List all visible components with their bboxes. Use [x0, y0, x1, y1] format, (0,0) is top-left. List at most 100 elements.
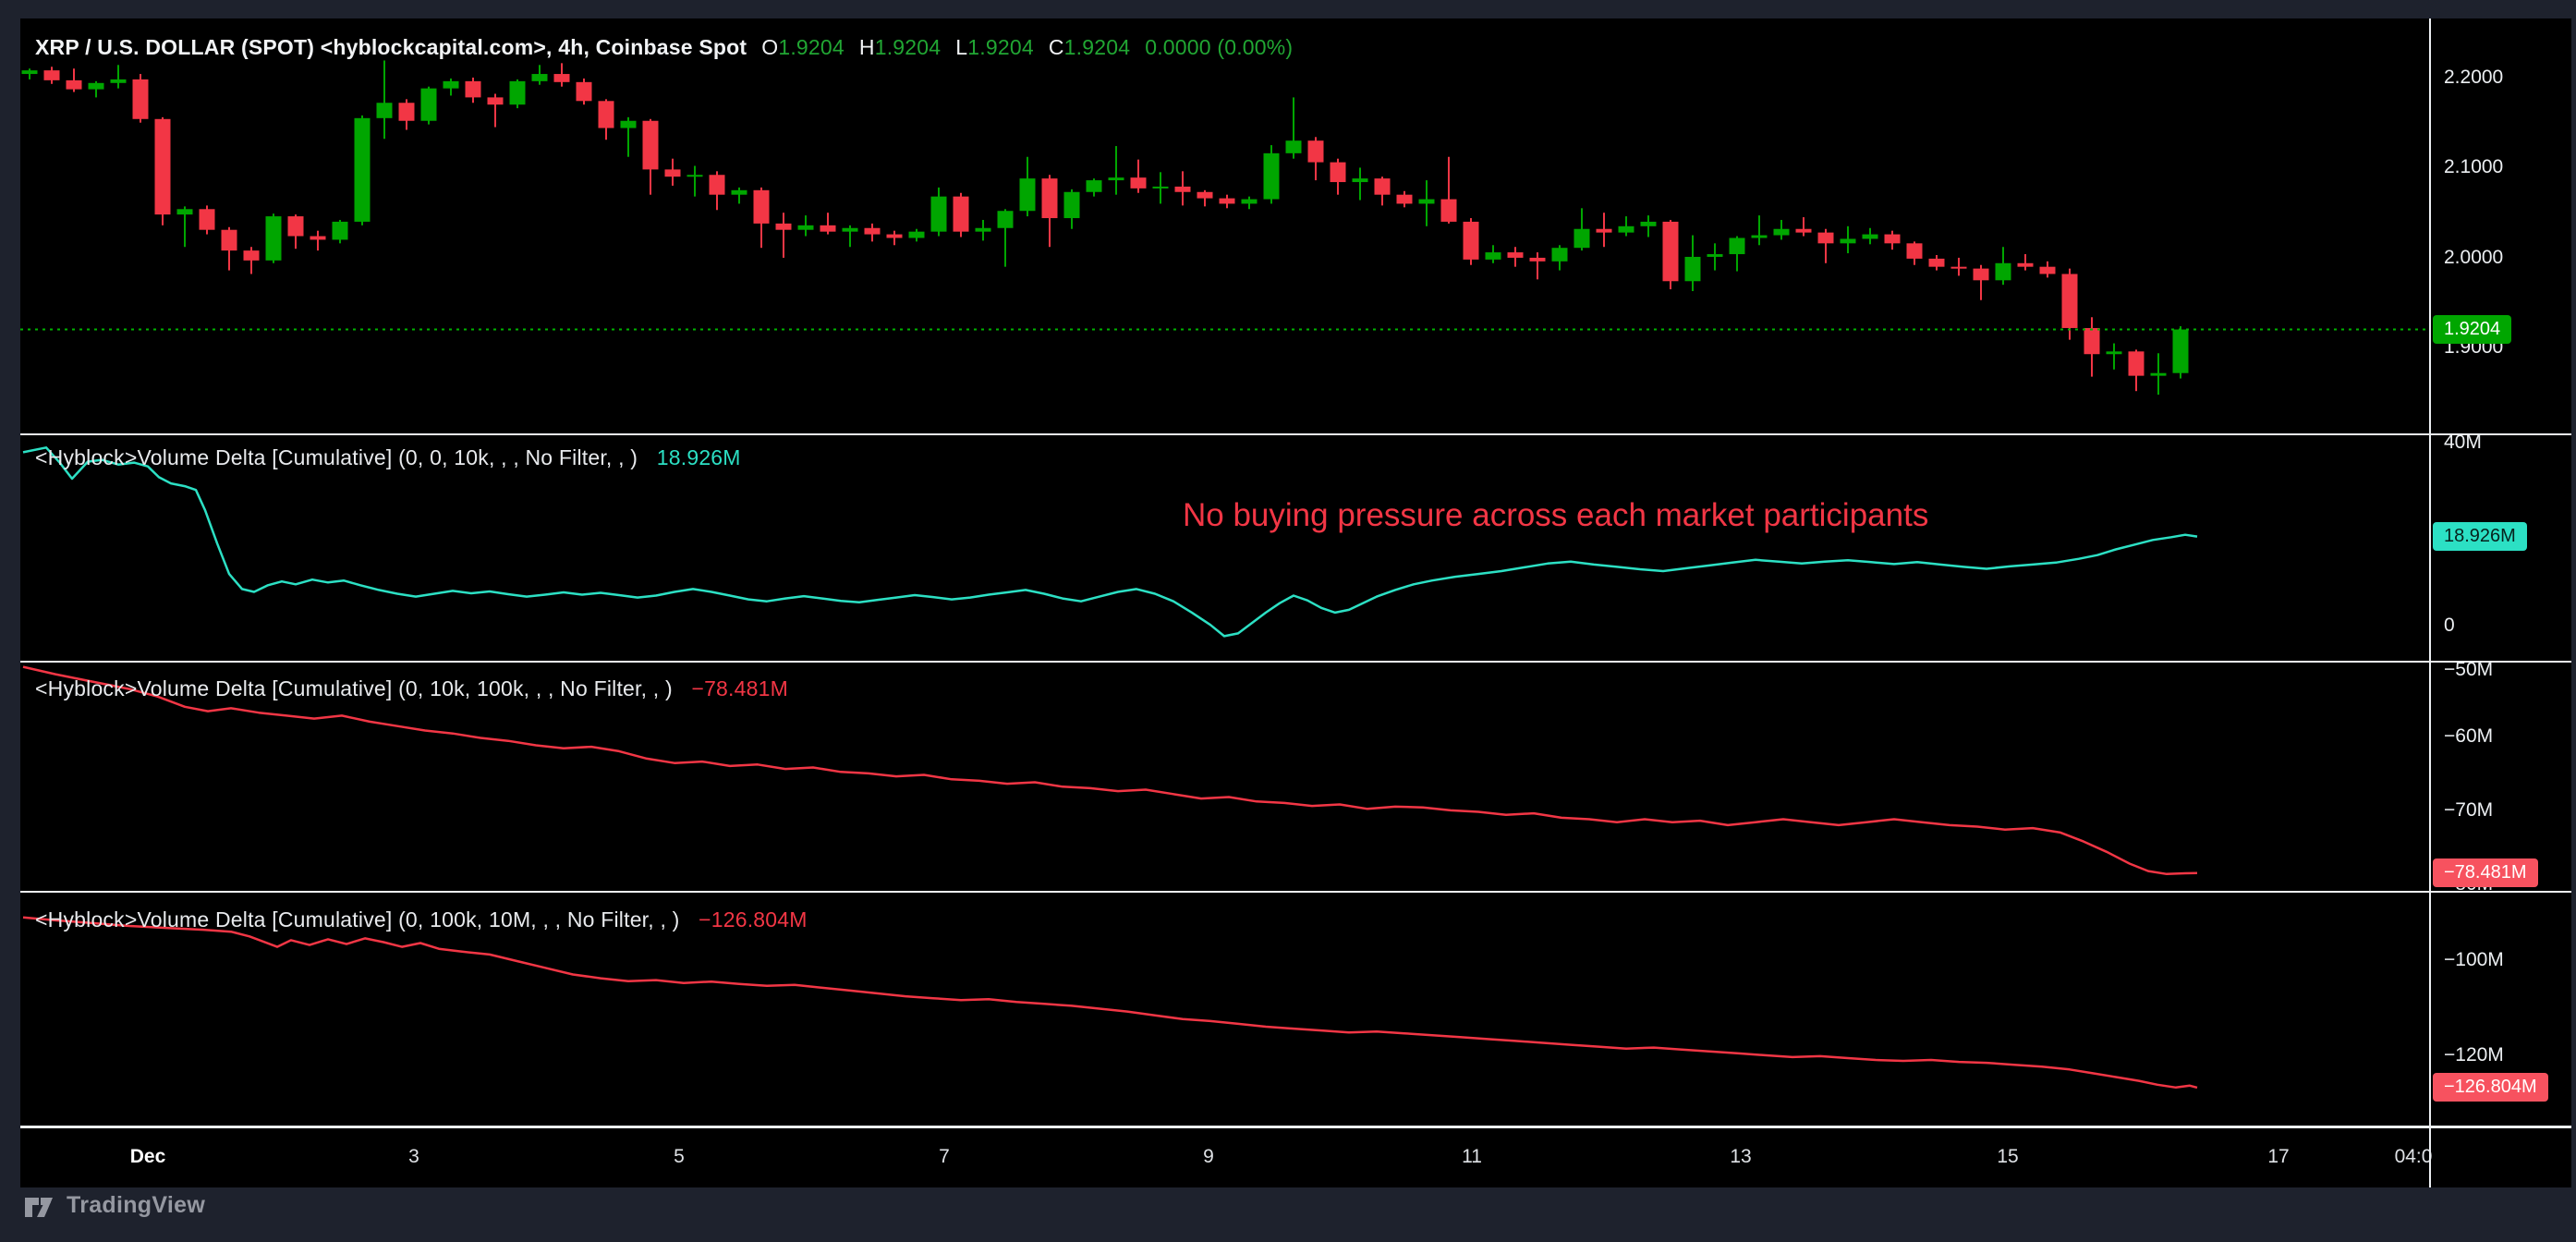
- candle: [577, 79, 592, 104]
- time-axis-label[interactable]: 11: [1462, 1146, 1482, 1168]
- candle: [1929, 255, 1945, 271]
- time-axis-label[interactable]: 5: [674, 1146, 685, 1168]
- time-axis-label[interactable]: Dec: [130, 1146, 166, 1168]
- candle: [820, 213, 836, 234]
- candle: [1663, 220, 1679, 289]
- price-axis-label[interactable]: −120M: [2444, 1044, 2504, 1066]
- candle: [288, 214, 304, 249]
- candle: [2107, 344, 2122, 370]
- text-annotation[interactable]: No buying pressure across each market pa…: [1183, 497, 1903, 534]
- candle: [1242, 197, 1258, 210]
- candle: [1996, 247, 2011, 285]
- candle: [177, 206, 193, 247]
- price-axis-label[interactable]: 2.1000: [2444, 156, 2503, 178]
- indicator-label[interactable]: <Hyblock>Volume Delta [Cumulative] (0, 1…: [35, 676, 673, 700]
- time-axis-label[interactable]: 15: [1997, 1146, 2018, 1168]
- right-margin: [2571, 0, 2576, 1242]
- candle: [1641, 215, 1657, 237]
- candle: [421, 87, 437, 125]
- candle: [1752, 215, 1768, 245]
- candle: [1774, 220, 1790, 239]
- ohlc-open-value: 1.9204: [778, 35, 844, 59]
- tradingview-logo-icon: [24, 1193, 57, 1219]
- price-axis-label[interactable]: −100M: [2444, 949, 2504, 971]
- candle: [399, 99, 415, 129]
- candle: [2129, 349, 2145, 391]
- candle: [865, 224, 881, 241]
- indicator-label[interactable]: <Hyblock>Volume Delta [Cumulative] (0, 0…: [35, 445, 638, 469]
- indicator-value: −78.481M: [691, 676, 788, 700]
- ohlc-low-value: 1.9204: [967, 35, 1034, 59]
- candle: [754, 188, 770, 248]
- tradingview-logo[interactable]: TradingView: [24, 1192, 205, 1219]
- candle: [732, 188, 747, 204]
- indicator-header-cvd2[interactable]: <Hyblock>Volume Delta [Cumulative] (0, 1…: [35, 676, 788, 701]
- candle: [333, 220, 348, 243]
- candle: [200, 205, 215, 234]
- candle: [643, 119, 659, 195]
- price-axis-label[interactable]: 2.2000: [2444, 67, 2503, 89]
- candle: [355, 116, 371, 225]
- candle: [687, 165, 703, 196]
- candle: [909, 229, 925, 242]
- candle: [133, 74, 149, 123]
- ohlc-high-value: 1.9204: [875, 35, 942, 59]
- price-axis-label[interactable]: 2.0000: [2444, 247, 2503, 269]
- candle: [976, 220, 991, 240]
- pane-separator[interactable]: [20, 891, 2571, 893]
- price-axis-label[interactable]: −70M: [2444, 799, 2493, 822]
- candle: [1286, 97, 1302, 158]
- time-axis-label[interactable]: 04:0: [2395, 1146, 2433, 1168]
- symbol-header[interactable]: XRP / U.S. DOLLAR (SPOT) <hyblockcapital…: [35, 35, 1293, 60]
- ohlc-open-label: O: [761, 35, 778, 59]
- candle: [1974, 265, 1989, 300]
- time-axis-label[interactable]: 7: [939, 1146, 950, 1168]
- time-axis-label[interactable]: 13: [1730, 1146, 1751, 1168]
- candle: [1486, 245, 1501, 262]
- candle: [111, 65, 127, 88]
- price-axis-label[interactable]: −60M: [2444, 725, 2493, 748]
- time-axis-label[interactable]: 3: [408, 1146, 419, 1168]
- price-axis-badge: 18.926M: [2433, 522, 2527, 551]
- candle: [776, 213, 792, 258]
- price-axis-badge: −78.481M: [2433, 858, 2538, 887]
- indicator-header-cvd3[interactable]: <Hyblock>Volume Delta [Cumulative] (0, 1…: [35, 907, 808, 932]
- candle: [1464, 218, 1479, 265]
- candle: [710, 171, 725, 210]
- pane-separator[interactable]: [20, 433, 2571, 435]
- candle: [1419, 180, 1435, 226]
- candle: [887, 231, 903, 246]
- price-axis-label[interactable]: 0: [2444, 615, 2455, 637]
- candle: [1619, 216, 1634, 236]
- candle: [1064, 189, 1080, 229]
- candle: [1397, 191, 1413, 208]
- candle: [1508, 247, 1524, 266]
- ohlc-low-label: L: [955, 35, 967, 59]
- candle: [1707, 243, 1723, 270]
- time-axis-label[interactable]: 17: [2267, 1146, 2289, 1168]
- candle: [1131, 160, 1147, 193]
- candle: [310, 231, 326, 250]
- candle: [1552, 245, 1568, 270]
- pane-separator[interactable]: [20, 661, 2571, 663]
- candle: [2173, 326, 2189, 379]
- candle: [621, 117, 637, 157]
- chart-plot-surface[interactable]: [20, 18, 2430, 1187]
- candle: [1730, 237, 1745, 272]
- candle: [377, 60, 393, 139]
- indicator-header-cvd1[interactable]: <Hyblock>Volume Delta [Cumulative] (0, 0…: [35, 445, 741, 470]
- candle: [244, 247, 260, 274]
- candle: [22, 68, 38, 79]
- candle: [1685, 236, 1701, 291]
- candle: [1574, 208, 1590, 250]
- indicator-label[interactable]: <Hyblock>Volume Delta [Cumulative] (0, 1…: [35, 907, 680, 932]
- candle: [1197, 190, 1213, 207]
- candle: [1308, 137, 1324, 180]
- tradingview-logo-text: TradingView: [67, 1192, 205, 1219]
- symbol-title[interactable]: XRP / U.S. DOLLAR (SPOT) <hyblockcapital…: [35, 35, 747, 59]
- candle: [1042, 175, 1058, 247]
- candle: [222, 227, 237, 271]
- time-axis-label[interactable]: 9: [1203, 1146, 1214, 1168]
- candle: [488, 93, 504, 127]
- candle: [1331, 159, 1346, 195]
